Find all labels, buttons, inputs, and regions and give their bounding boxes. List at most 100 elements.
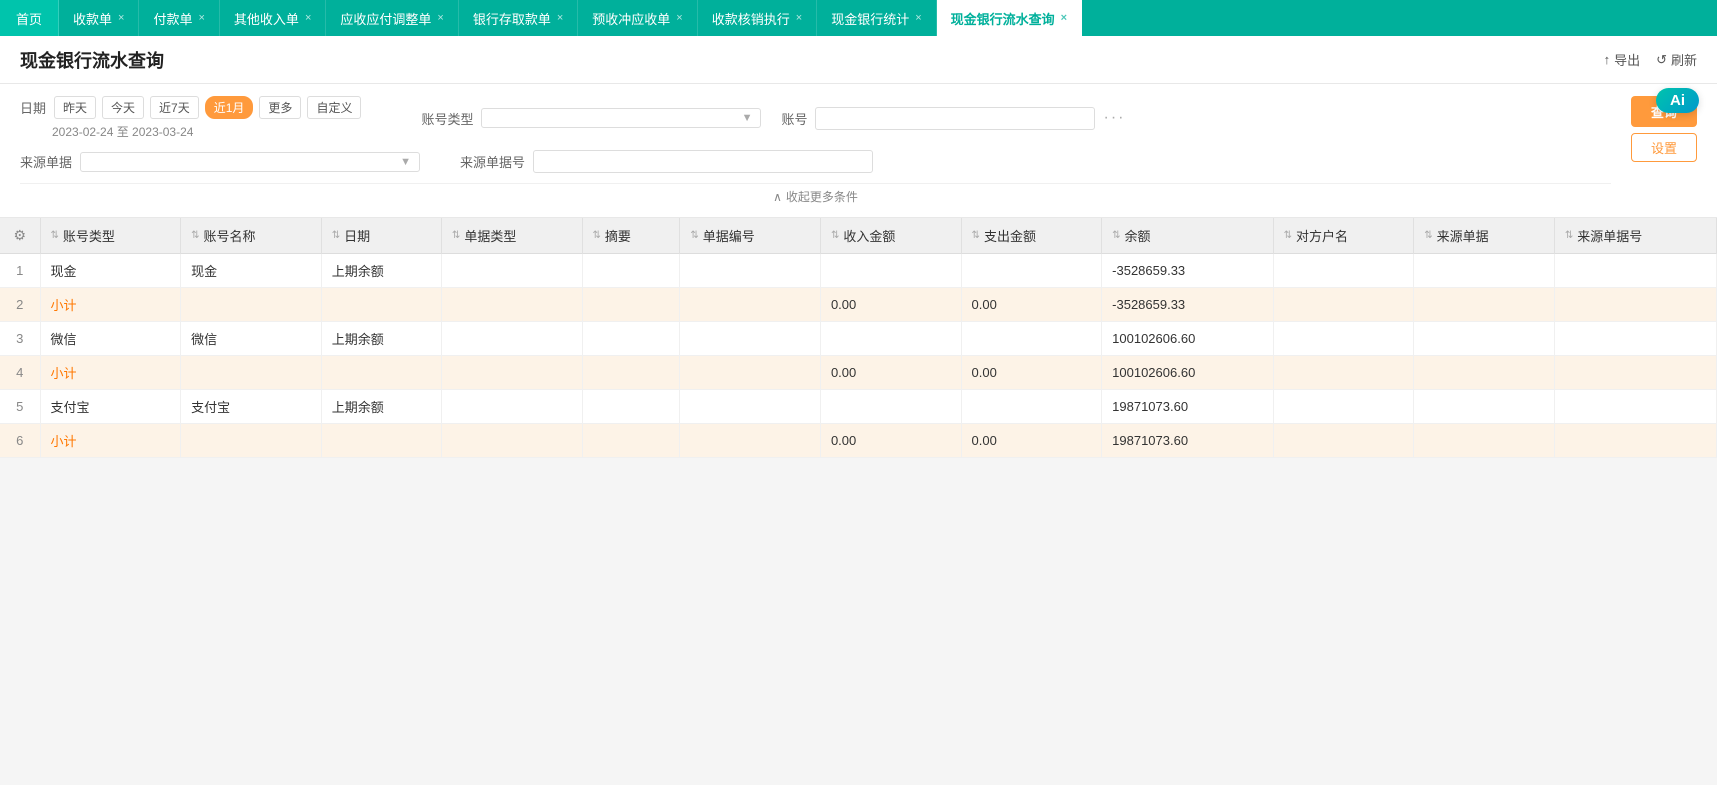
gear-column-header[interactable]: ⚙ <box>0 218 40 254</box>
col-header-doc-type[interactable]: ⇅单据类型 <box>441 218 582 254</box>
close-icon-0[interactable]: × <box>118 12 124 24</box>
account-input[interactable] <box>815 107 1095 130</box>
account-type-label: 账号类型 <box>421 109 473 128</box>
col-header-account-name[interactable]: ⇅账号名称 <box>181 218 322 254</box>
cell-account-type: 小计 <box>40 288 181 322</box>
cell-date: 上期余额 <box>321 254 441 288</box>
nav-tab-1[interactable]: 付款单 × <box>139 0 219 36</box>
close-icon-4[interactable]: × <box>557 12 563 24</box>
table-row[interactable]: 2小计0.000.00-3528659.33 <box>0 288 1717 322</box>
cell-expense: 0.00 <box>961 424 1102 458</box>
col-header-summary[interactable]: ⇅摘要 <box>582 218 680 254</box>
cell-date: 上期余额 <box>321 322 441 356</box>
cell-doc-type <box>441 288 582 322</box>
close-icon-2[interactable]: × <box>305 12 311 24</box>
cell-date <box>321 288 441 322</box>
close-icon-5[interactable]: × <box>676 12 682 24</box>
source-doc-no-input[interactable] <box>533 150 873 173</box>
close-icon-1[interactable]: × <box>198 12 204 24</box>
cell-doc-no <box>680 322 821 356</box>
top-nav: 首页 收款单 × 付款单 × 其他收入单 × 应收应付调整单 × 银行存取款单 … <box>0 0 1717 36</box>
sort-icon-source-doc-no: ⇅ <box>1565 230 1573 241</box>
col-header-account-type[interactable]: ⇅账号类型 <box>40 218 181 254</box>
refresh-button[interactable]: ↺ 刷新 <box>1656 50 1697 69</box>
date-btn-custom[interactable]: 自定义 <box>307 96 361 119</box>
col-header-date[interactable]: ⇅日期 <box>321 218 441 254</box>
nav-tab-3[interactable]: 应收应付调整单 × <box>326 0 458 36</box>
sort-icon-account-name: ⇅ <box>191 230 199 241</box>
sort-icon-date: ⇅ <box>332 230 340 241</box>
tab-label-8: 现金银行流水查询 <box>951 9 1055 28</box>
cell-account-type: 支付宝 <box>40 390 181 424</box>
date-btn-more[interactable]: 更多 <box>259 96 301 119</box>
page-header: 现金银行流水查询 ↑ 导出 ↺ 刷新 <box>0 36 1717 84</box>
cell-income: 0.00 <box>820 424 961 458</box>
nav-tab-8[interactable]: 现金银行流水查询 × <box>937 0 1082 36</box>
gear-icon[interactable]: ⚙ <box>13 227 26 243</box>
cell-income: 0.00 <box>820 356 961 390</box>
cell-account-name: 微信 <box>181 322 322 356</box>
close-icon-7[interactable]: × <box>915 12 921 24</box>
table-row[interactable]: 6小计0.000.0019871073.60 <box>0 424 1717 458</box>
sort-icon-doc-no: ⇅ <box>690 230 698 241</box>
close-icon-6[interactable]: × <box>796 12 802 24</box>
cell-source-doc-no <box>1554 254 1716 288</box>
export-button[interactable]: ↑ 导出 <box>1604 50 1641 69</box>
col-header-counterpart[interactable]: ⇅对方户名 <box>1273 218 1414 254</box>
row-number: 3 <box>0 322 40 356</box>
nav-home[interactable]: 首页 <box>0 0 59 36</box>
close-icon-3[interactable]: × <box>437 12 443 24</box>
nav-tab-5[interactable]: 预收冲应收单 × <box>578 0 697 36</box>
col-header-balance[interactable]: ⇅余额 <box>1102 218 1273 254</box>
cell-counterpart <box>1273 390 1414 424</box>
nav-tab-2[interactable]: 其他收入单 × <box>220 0 326 36</box>
close-icon-8[interactable]: × <box>1061 12 1067 24</box>
export-label: 导出 <box>1614 50 1640 69</box>
cell-doc-type <box>441 424 582 458</box>
cell-source-doc <box>1414 356 1555 390</box>
source-doc-select[interactable]: ▼ <box>80 152 420 172</box>
col-header-expense[interactable]: ⇅支出金额 <box>961 218 1102 254</box>
nav-tab-0[interactable]: 收款单 × <box>59 0 139 36</box>
collapse-button[interactable]: ∧ 收起更多条件 <box>20 183 1611 209</box>
col-header-source-doc-no[interactable]: ⇅来源单据号 <box>1554 218 1716 254</box>
date-btn-today[interactable]: 今天 <box>102 96 144 119</box>
more-options-icon[interactable]: ··· <box>1103 109 1125 127</box>
table-row[interactable]: 4小计0.000.00100102606.60 <box>0 356 1717 390</box>
table-row[interactable]: 1现金现金上期余额-3528659.33 <box>0 254 1717 288</box>
settings-button[interactable]: 设置 <box>1631 133 1697 162</box>
cell-summary <box>582 356 680 390</box>
cell-summary <box>582 288 680 322</box>
tab-label-6: 收款核销执行 <box>712 9 790 28</box>
col-header-source-doc[interactable]: ⇅来源单据 <box>1414 218 1555 254</box>
account-type-filter: 账号类型 ▼ <box>421 108 761 128</box>
account-filter: 账号 ··· <box>781 107 1125 130</box>
cell-account-type: 小计 <box>40 424 181 458</box>
cell-account-name <box>181 424 322 458</box>
cell-source-doc-no <box>1554 390 1716 424</box>
row-number: 1 <box>0 254 40 288</box>
sort-icon-summary: ⇅ <box>593 230 601 241</box>
date-btn-1month[interactable]: 近1月 <box>205 96 254 119</box>
nav-tab-6[interactable]: 收款核销执行 × <box>698 0 817 36</box>
col-header-doc-no[interactable]: ⇅单据编号 <box>680 218 821 254</box>
cell-doc-type <box>441 356 582 390</box>
date-range: 2023-02-24 至 2023-03-24 <box>52 125 193 139</box>
table-row[interactable]: 5支付宝支付宝上期余额19871073.60 <box>0 390 1717 424</box>
cell-source-doc-no <box>1554 322 1716 356</box>
date-btn-7days[interactable]: 近7天 <box>150 96 199 119</box>
cell-counterpart <box>1273 424 1414 458</box>
page-title: 现金银行流水查询 <box>20 47 164 73</box>
nav-tab-4[interactable]: 银行存取款单 × <box>459 0 578 36</box>
ai-badge[interactable]: Ai <box>1656 88 1699 113</box>
date-btn-yesterday[interactable]: 昨天 <box>54 96 96 119</box>
account-type-select[interactable]: ▼ <box>481 108 761 128</box>
row-number: 6 <box>0 424 40 458</box>
table-row[interactable]: 3微信微信上期余额100102606.60 <box>0 322 1717 356</box>
cell-doc-type <box>441 390 582 424</box>
row-number: 5 <box>0 390 40 424</box>
col-header-income[interactable]: ⇅收入金额 <box>820 218 961 254</box>
cell-doc-type <box>441 254 582 288</box>
cell-doc-type <box>441 322 582 356</box>
nav-tab-7[interactable]: 现金银行统计 × <box>817 0 936 36</box>
